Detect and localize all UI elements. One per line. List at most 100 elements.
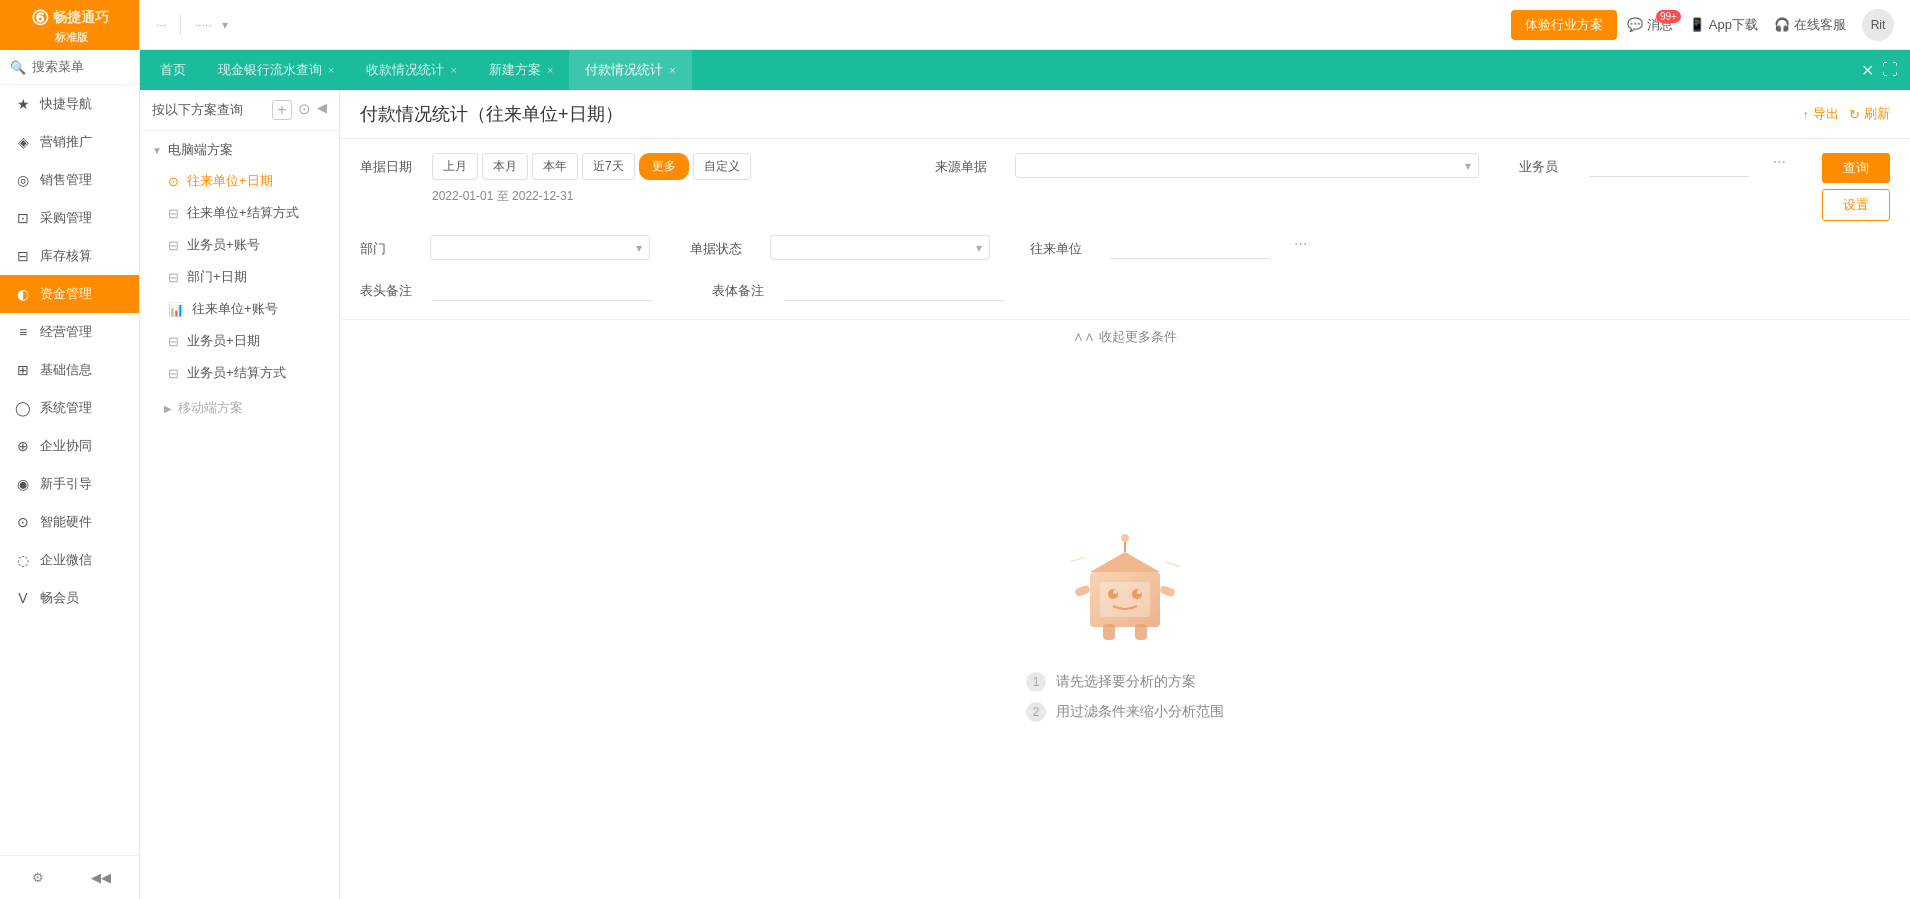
date-this-month[interactable]: 本月: [482, 153, 528, 180]
scheme-item-staff-settle[interactable]: ⊟ 业务员+结算方式: [140, 357, 339, 389]
sidebar-item-member[interactable]: V 畅会员: [0, 579, 139, 617]
empty-tip-2-text: 用过滤条件来缩小分析范围: [1056, 703, 1224, 721]
topbar-dropdown-icon[interactable]: ▾: [222, 18, 228, 32]
user-avatar[interactable]: Rit: [1862, 9, 1894, 41]
source-voucher-select[interactable]: [1015, 153, 1478, 178]
sidebar-item-system[interactable]: ◯ 系统管理: [0, 389, 139, 427]
sidebar-item-capital[interactable]: ◐ 资金管理: [0, 275, 139, 313]
scheme-collapse-icon[interactable]: ◀: [317, 100, 327, 120]
tab-cash-flow[interactable]: 现金银行流水查询 ×: [202, 50, 350, 90]
sidebar-collapse-btn[interactable]: ◀◀: [72, 864, 132, 891]
tab-payment-stat-close[interactable]: ×: [669, 64, 675, 76]
tab-receipt-stat-close[interactable]: ×: [450, 64, 456, 76]
collapse-more-btn[interactable]: ∧∧ 收起更多条件: [340, 319, 1910, 354]
search-menu-btn[interactable]: 🔍 搜索菜单: [0, 50, 139, 85]
tab-new-scheme[interactable]: 新建方案 ×: [473, 50, 569, 90]
partner-input[interactable]: [1110, 235, 1270, 259]
svg-point-12: [1121, 534, 1129, 542]
refresh-btn[interactable]: ↻ 刷新: [1849, 105, 1890, 123]
department-select[interactable]: [430, 235, 650, 260]
system-icon: ◯: [14, 399, 32, 417]
scheme-item-staff-account[interactable]: ⊟ 业务员+账号: [140, 229, 339, 261]
filter-row-3: 表头备注 表体备注: [360, 277, 1890, 305]
desktop-group-arrow: ▼: [152, 145, 162, 156]
mobile-group-label: 移动端方案: [178, 399, 243, 417]
date-custom[interactable]: 自定义: [693, 153, 751, 180]
maximize-tab-btn[interactable]: ⛶: [1882, 61, 1898, 79]
svg-line-14: [1165, 562, 1180, 567]
svg-point-3: [1108, 589, 1118, 599]
date-buttons: 上月 本月 本年 近7天 更多 自定义: [432, 153, 751, 180]
export-btn[interactable]: ↑ 导出: [1803, 105, 1840, 123]
tab-receipt-stat[interactable]: 收款情况统计 ×: [350, 50, 472, 90]
svg-rect-10: [1135, 624, 1147, 640]
scheme-item-staff-date[interactable]: ⊟ 业务员+日期: [140, 325, 339, 357]
scheme-item-partner-settle[interactable]: ⊟ 往来单位+结算方式: [140, 197, 339, 229]
sidebar-item-quick-nav[interactable]: ★ 快捷导航: [0, 85, 139, 123]
header-note-input[interactable]: [432, 277, 652, 301]
sidebar-item-inventory[interactable]: ⊟ 库存核算: [0, 237, 139, 275]
sidebar-item-label: 经营管理: [40, 323, 92, 341]
date-last-7d[interactable]: 近7天: [582, 153, 635, 180]
scheme-item-partner-date-label: 往来单位+日期: [187, 172, 273, 190]
date-range-display: 2022-01-01 至 2022-12-31: [432, 188, 573, 205]
collapse-sidebar-icon: ◀◀: [91, 870, 111, 885]
sidebar-item-sales[interactable]: ◎ 销售管理: [0, 161, 139, 199]
voucher-date-label: 单据日期: [360, 153, 412, 181]
avatar-text: Rit: [1871, 18, 1886, 32]
scheme-item-label: 业务员+账号: [187, 236, 260, 254]
scheme-item-icon: ⊟: [168, 270, 179, 285]
scheme-item-partner-account[interactable]: 📊 往来单位+账号: [140, 293, 339, 325]
sidebar-item-base-info[interactable]: ⊞ 基础信息: [0, 351, 139, 389]
notification-btn[interactable]: 💬 消息 99+: [1627, 16, 1673, 34]
body-note-input[interactable]: [784, 277, 1004, 301]
scheme-group-mobile-header[interactable]: ▶ 移动端方案: [140, 393, 339, 423]
scheme-settings-icon[interactable]: ⊙: [298, 100, 311, 120]
app-download-btn[interactable]: 📱 App下载: [1689, 16, 1758, 34]
svg-point-4: [1132, 589, 1142, 599]
sidebar-settings-btn[interactable]: ⚙: [8, 864, 68, 891]
sidebar-item-hardware[interactable]: ⊙ 智能硬件: [0, 503, 139, 541]
close-tab-window-btn[interactable]: ✕: [1861, 61, 1874, 80]
scheme-add-btn[interactable]: +: [272, 100, 292, 120]
tab-cash-flow-close[interactable]: ×: [328, 64, 334, 76]
sidebar-item-purchase[interactable]: ⊡ 采购管理: [0, 199, 139, 237]
mobile-group-arrow: ▶: [164, 403, 172, 414]
query-btn[interactable]: 查询: [1822, 153, 1890, 183]
purchase-icon: ⊡: [14, 209, 32, 227]
right-panel: 付款情况统计（往来单位+日期） ↑ 导出 ↻ 刷新: [340, 90, 1910, 899]
tab-new-scheme-close[interactable]: ×: [547, 64, 553, 76]
salesman-label: 业务员: [1519, 153, 1569, 181]
salesman-input[interactable]: [1589, 153, 1749, 177]
page-title: 付款情况统计（往来单位+日期）: [360, 102, 1803, 126]
scheme-item-label: 业务员+日期: [187, 332, 260, 350]
scheme-item-partner-date[interactable]: ⊙ 往来单位+日期: [140, 165, 339, 197]
date-last-month[interactable]: 上月: [432, 153, 478, 180]
sidebar-item-guide[interactable]: ◉ 新手引导: [0, 465, 139, 503]
scheme-group-desktop-header[interactable]: ▼ 电脑端方案: [140, 135, 339, 165]
online-service-btn[interactable]: 🎧 在线客服: [1774, 16, 1846, 34]
date-more[interactable]: 更多: [639, 153, 689, 180]
partner-dots[interactable]: ···: [1294, 235, 1307, 253]
sidebar-item-operation[interactable]: ≡ 经营管理: [0, 313, 139, 351]
sidebar-item-label: 畅会员: [40, 589, 79, 607]
tab-home[interactable]: 首页: [144, 50, 202, 90]
sidebar-nav: ★ 快捷导航 ◈ 营销推广 ◎ 销售管理 ⊡ 采购管理 ⊟ 库存核算 ◐ 资金管…: [0, 85, 139, 855]
tab-payment-stat[interactable]: 付款情况统计 ×: [569, 50, 691, 90]
inventory-icon: ⊟: [14, 247, 32, 265]
tip-num-2: 2: [1026, 702, 1046, 722]
sidebar-item-wechat[interactable]: ◌ 企业微信: [0, 541, 139, 579]
filter-area: 单据日期 上月 本月 本年 近7天 更多 自定义 2022-01-01 至 20…: [340, 139, 1910, 319]
sidebar-footer: ⚙ ◀◀: [0, 855, 139, 899]
filter-settings-btn[interactable]: 设置: [1822, 189, 1890, 221]
voucher-status-select[interactable]: [770, 235, 990, 260]
salesman-dots[interactable]: ···: [1773, 153, 1786, 171]
scheme-item-dept-date[interactable]: ⊟ 部门+日期: [140, 261, 339, 293]
search-menu-label: 搜索菜单: [32, 58, 84, 76]
sidebar-item-marketing[interactable]: ◈ 营销推广: [0, 123, 139, 161]
sidebar-item-enterprise[interactable]: ⊕ 企业协同: [0, 427, 139, 465]
date-this-year[interactable]: 本年: [532, 153, 578, 180]
app-download-label: App下载: [1709, 16, 1758, 34]
department-label: 部门: [360, 235, 410, 263]
industry-btn[interactable]: 体验行业方案: [1511, 10, 1617, 40]
